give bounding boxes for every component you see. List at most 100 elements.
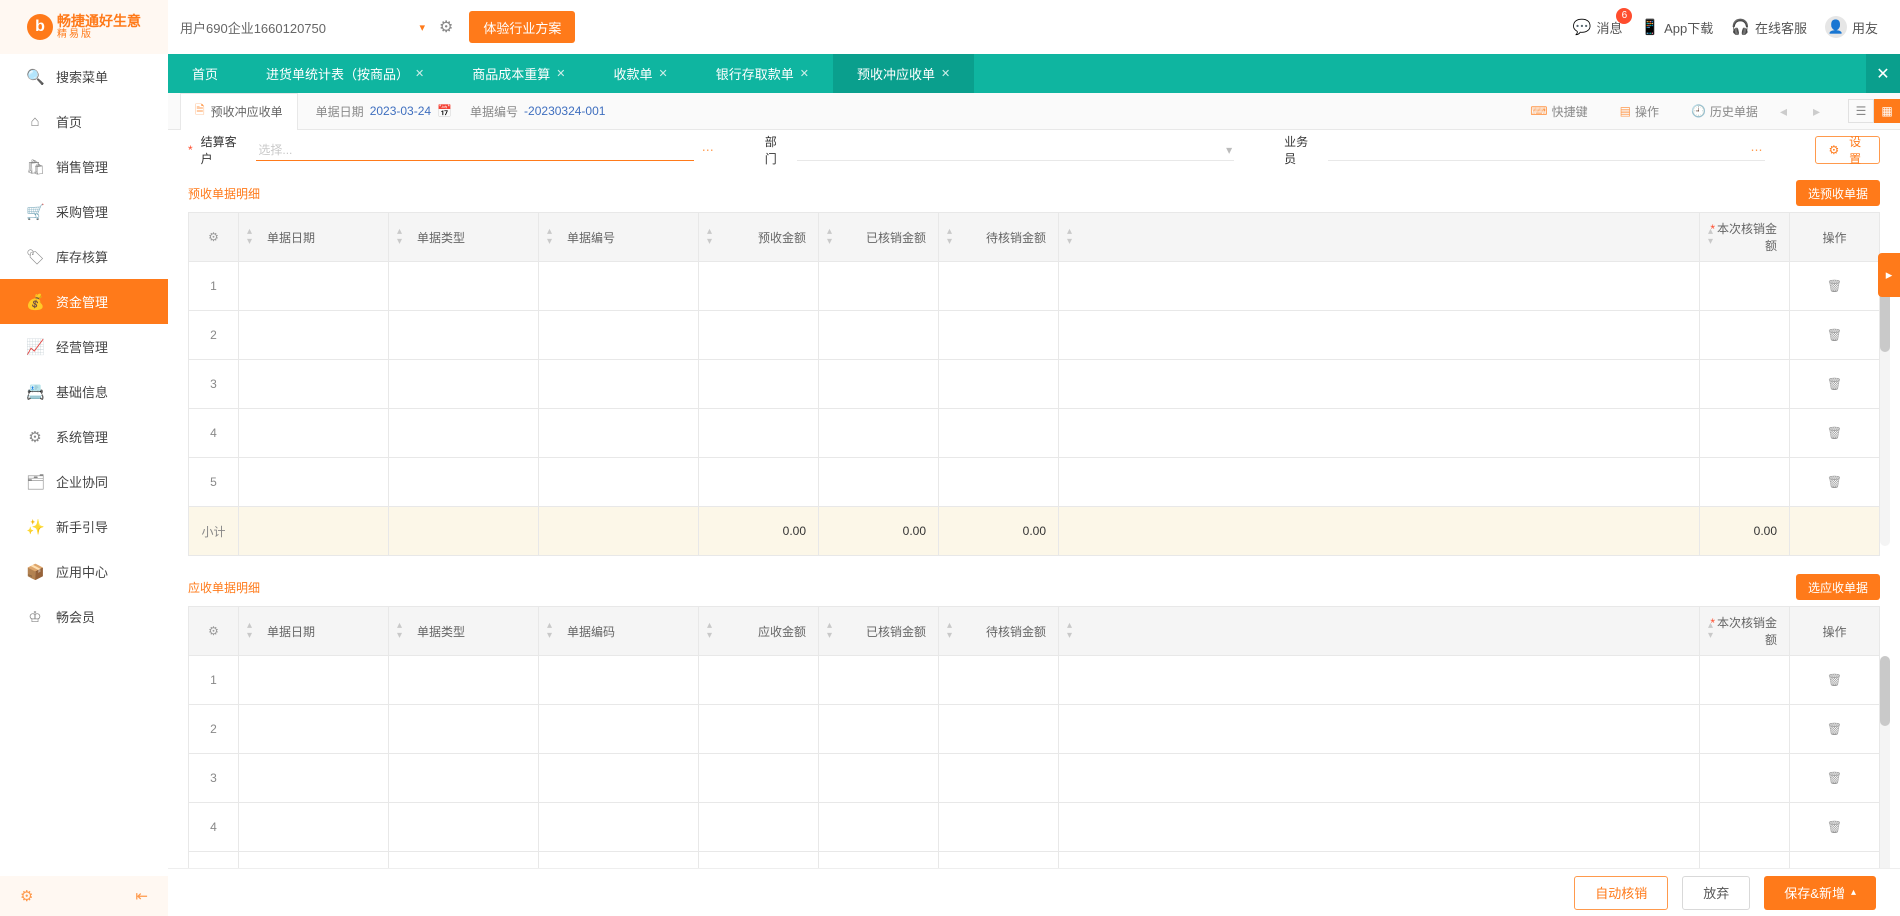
- app-download-button[interactable]: 📱 App下载: [1640, 18, 1713, 37]
- try-plan-button[interactable]: 体验行业方案: [469, 11, 575, 43]
- col-header[interactable]: ▴▾*本次核销金额: [1700, 607, 1790, 656]
- dept-select[interactable]: ▾: [797, 140, 1235, 161]
- sidebar-item-2[interactable]: 🛍销售管理: [0, 144, 168, 189]
- table-row[interactable]: 4🗑: [189, 803, 1880, 852]
- chevron-up-icon: ▴: [1851, 887, 1856, 898]
- sidebar-item-0[interactable]: 🔍搜索菜单: [0, 54, 168, 99]
- delete-row-icon[interactable]: 🗑: [1790, 458, 1880, 507]
- emp-more-icon: ⋯: [1750, 143, 1763, 157]
- sidebar-item-12[interactable]: ♔畅会员: [0, 594, 168, 639]
- save-and-new-button[interactable]: 保存&新增▴: [1764, 876, 1876, 910]
- hdr-date-value[interactable]: 2023-03-24: [370, 104, 431, 118]
- delete-row-icon[interactable]: 🗑: [1790, 262, 1880, 311]
- table-row[interactable]: 2🗑: [189, 705, 1880, 754]
- messages-button[interactable]: 💬 消息 6: [1573, 18, 1623, 37]
- select-receivable-docs-button[interactable]: 选应收单据: [1796, 574, 1880, 600]
- prev-doc-button[interactable]: ◂: [1776, 103, 1791, 120]
- sec2-title: 应收单据明细: [188, 579, 260, 596]
- col-header[interactable]: 操作: [1790, 213, 1880, 262]
- col-header[interactable]: ▴▾*本次核销金额: [1700, 213, 1790, 262]
- table-row[interactable]: 4🗑: [189, 409, 1880, 458]
- tab-close-icon[interactable]: ✕: [800, 67, 809, 80]
- doc-tab-active[interactable]: 🗎 预收冲应收单: [180, 93, 298, 130]
- tab-2[interactable]: 商品成本重算✕: [448, 54, 589, 93]
- sidebar-item-1[interactable]: ⌂首页: [0, 99, 168, 144]
- org-selector[interactable]: 用户690企业1660120750 ▾: [180, 13, 425, 41]
- calendar-icon[interactable]: 📅: [437, 104, 452, 118]
- tab-close-icon[interactable]: ✕: [415, 67, 424, 80]
- delete-row-icon[interactable]: 🗑: [1790, 409, 1880, 458]
- delete-row-icon[interactable]: 🗑: [1790, 656, 1880, 705]
- col-header[interactable]: ▴▾单据编号: [539, 213, 699, 262]
- sort-icon: ▴▾: [397, 227, 402, 247]
- table-row[interactable]: 2🗑: [189, 311, 1880, 360]
- table2-scrollbar[interactable]: [1880, 656, 1890, 891]
- tab-0[interactable]: 首页: [168, 54, 242, 93]
- delete-row-icon[interactable]: 🗑: [1790, 803, 1880, 852]
- col-header[interactable]: ▴▾待核销金额: [939, 213, 1059, 262]
- col-header[interactable]: ▴▾已核销金额: [819, 213, 939, 262]
- col-header[interactable]: ▴▾单据类型: [389, 607, 539, 656]
- sidebar-item-11[interactable]: 📦应用中心: [0, 549, 168, 594]
- tab-3[interactable]: 收款单✕: [589, 54, 691, 93]
- customer-more-icon[interactable]: ⋯: [702, 143, 715, 157]
- sidebar-item-3[interactable]: 🛒采购管理: [0, 189, 168, 234]
- sidebar-item-9[interactable]: 🗂企业协同: [0, 459, 168, 504]
- table-row[interactable]: 3🗑: [189, 360, 1880, 409]
- view-form-button[interactable]: ▦: [1874, 99, 1900, 123]
- col-header[interactable]: ▴▾待核销金额: [939, 607, 1059, 656]
- col-header[interactable]: ▴▾单据日期: [239, 213, 389, 262]
- delete-row-icon[interactable]: 🗑: [1790, 360, 1880, 409]
- col-header[interactable]: ▴▾单据类型: [389, 213, 539, 262]
- shortcut-link[interactable]: ⌨快捷键: [1530, 103, 1587, 120]
- col-header[interactable]: ▴▾已核销金额: [819, 607, 939, 656]
- tab-5[interactable]: 预收冲应收单✕: [833, 54, 974, 93]
- sidebar-item-6[interactable]: 📈经营管理: [0, 324, 168, 369]
- select-prepay-docs-button[interactable]: 选预收单据: [1796, 180, 1880, 206]
- table-row[interactable]: 1🗑: [189, 656, 1880, 705]
- gear-icon[interactable]: ⚙: [208, 230, 219, 244]
- delete-row-icon[interactable]: 🗑: [1790, 754, 1880, 803]
- emp-select[interactable]: ⋯: [1328, 140, 1766, 161]
- sidebar-item-10[interactable]: ✨新手引导: [0, 504, 168, 549]
- sidebar-item-4[interactable]: 🏷库存核算: [0, 234, 168, 279]
- action-link[interactable]: ▤操作: [1620, 103, 1659, 120]
- sidebar-item-8[interactable]: ⚙系统管理: [0, 414, 168, 459]
- tab-4[interactable]: 银行存取款单✕: [692, 54, 833, 93]
- tab-1[interactable]: 进货单统计表（按商品）✕: [242, 54, 448, 93]
- delete-row-icon[interactable]: 🗑: [1790, 705, 1880, 754]
- table-row[interactable]: 3🗑: [189, 754, 1880, 803]
- tabs-close-all[interactable]: ✕: [1866, 54, 1900, 93]
- online-service-button[interactable]: 🎧 在线客服: [1731, 18, 1807, 37]
- next-doc-button[interactable]: ▸: [1809, 103, 1824, 120]
- col-header[interactable]: ▴▾应收金额: [699, 607, 819, 656]
- sidebar-settings-icon[interactable]: ⚙: [20, 887, 33, 905]
- col-header[interactable]: 操作: [1790, 607, 1880, 656]
- view-list-button[interactable]: ☰: [1848, 99, 1874, 123]
- sidebar-icon: ⚙: [26, 428, 44, 446]
- auto-writeoff-button[interactable]: 自动核销: [1574, 876, 1668, 910]
- history-link[interactable]: 🕘历史单据: [1691, 103, 1758, 120]
- col-header[interactable]: ▴▾: [1059, 607, 1700, 656]
- settings-button[interactable]: ⚙设置: [1815, 136, 1880, 164]
- sidebar-collapse-icon[interactable]: ⇤: [135, 887, 148, 905]
- org-settings-icon[interactable]: ⚙: [439, 17, 453, 37]
- tab-close-icon[interactable]: ✕: [556, 67, 565, 80]
- delete-row-icon[interactable]: 🗑: [1790, 311, 1880, 360]
- sidebar-item-7[interactable]: 📇基础信息: [0, 369, 168, 414]
- col-header[interactable]: ▴▾单据日期: [239, 607, 389, 656]
- col-header[interactable]: ▴▾单据编码: [539, 607, 699, 656]
- discard-button[interactable]: 放弃: [1682, 876, 1750, 910]
- sidebar-item-5[interactable]: 💰资金管理: [0, 279, 168, 324]
- right-dock-button[interactable]: ▸: [1878, 253, 1900, 297]
- tab-close-icon[interactable]: ✕: [659, 67, 668, 80]
- user-menu[interactable]: 👤 用友: [1825, 16, 1878, 38]
- table1-scrollbar[interactable]: [1880, 262, 1890, 546]
- table-row[interactable]: 5🗑: [189, 458, 1880, 507]
- col-header[interactable]: ▴▾预收金额: [699, 213, 819, 262]
- table-row[interactable]: 1🗑: [189, 262, 1880, 311]
- col-header[interactable]: ▴▾: [1059, 213, 1700, 262]
- tab-close-icon[interactable]: ✕: [941, 67, 950, 80]
- gear-icon[interactable]: ⚙: [208, 624, 219, 638]
- customer-input[interactable]: [256, 140, 693, 161]
